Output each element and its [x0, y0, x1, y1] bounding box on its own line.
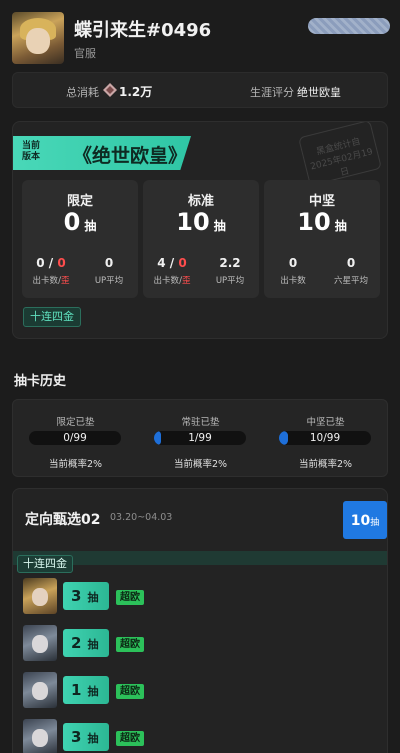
badge-unit: 抽: [370, 518, 380, 528]
pity-counters: 限定已垫 0/99 当前概率2% 常驻已垫 1/99 当前概率2% 中坚已垫 1…: [12, 399, 388, 477]
cards-obtained-label: 出卡数: [32, 276, 59, 286]
badge-count: 10: [350, 513, 371, 529]
ten-pull-tag: 十连四金: [17, 555, 73, 573]
pull-entry[interactable]: 3抽 超欧: [21, 719, 381, 753]
pity-limited: 限定已垫 0/99 当前概率2%: [13, 400, 138, 478]
off-banner-count: 0: [178, 256, 187, 270]
rank-title-banner: 当前 版本 《绝世欧皇》: [13, 136, 191, 170]
pity-rate: 当前概率2%: [48, 459, 103, 470]
pool-unit: 抽: [84, 219, 97, 233]
up-average-value: 2.2: [219, 256, 241, 270]
pity-standard: 常驻已垫 1/99 当前概率2%: [138, 400, 263, 478]
banner-date: 03.20~04.03: [110, 512, 173, 523]
pity-progress-bar: 10/99: [279, 431, 371, 445]
banner-history-card[interactable]: 定向甄选02 03.20~04.03 10抽 十连四金 3抽 超欧 2抽 超欧 …: [12, 488, 388, 753]
pull-count-chip: 1抽: [63, 676, 109, 704]
pool-count: 10: [297, 208, 331, 236]
redacted-id-pill: [308, 18, 390, 34]
summary-bar: 总消耗 1.2万 生涯评分 绝世欧皇: [12, 72, 388, 108]
stats-seal-stamp: 黑盒统计自 2025年02月19日: [298, 122, 382, 187]
pull-count: 1: [71, 681, 82, 699]
pity-core: 中坚已垫 10/99 当前概率2%: [263, 400, 388, 478]
off-banner-label: 歪: [181, 276, 191, 286]
pool-count: 0: [63, 208, 81, 236]
banner-small-line-2: 版本: [22, 152, 41, 162]
pull-entry[interactable]: 1抽 超欧: [21, 672, 381, 710]
value-separator: /: [44, 256, 58, 270]
six-star-average-value: 0: [346, 256, 356, 270]
banner-small-line-1: 当前: [22, 141, 41, 151]
cards-obtained-label: 出卡数: [153, 276, 180, 286]
orundum-icon: [103, 82, 117, 97]
username: 蝶引来生#0496: [74, 20, 212, 41]
pool-name: 标准: [187, 194, 214, 209]
pull-count-chip: 2抽: [63, 629, 109, 657]
off-banner-count: 0: [57, 256, 66, 270]
pull-count: 3: [71, 587, 82, 605]
luck-tag: 超欧: [116, 731, 144, 746]
off-banner-label: 歪: [60, 276, 70, 286]
rank-card: 当前 版本 《绝世欧皇》 黑盒统计自 2025年02月19日 限定 0抽 0 /…: [12, 121, 388, 339]
career-rating-value: 绝世欧皇: [297, 86, 341, 99]
pull-count: 2: [71, 634, 82, 652]
operator-thumbnail: [23, 578, 57, 614]
pity-rate: 当前概率2%: [298, 459, 353, 470]
section-title: 抽卡历史: [14, 374, 67, 389]
pity-label: 常驻已垫: [181, 417, 220, 428]
pool-standard[interactable]: 标准 10 抽 4 / 0 出卡数/歪 2.2 UP平均: [143, 180, 259, 298]
pool-name: 中坚: [308, 194, 335, 209]
up-average-label: UP平均: [94, 276, 124, 286]
pity-progress-bar: 0/99: [29, 431, 121, 445]
pull-unit: 抽: [87, 591, 99, 604]
pity-value: 1/99: [188, 432, 212, 444]
pull-unit: 抽: [87, 638, 99, 651]
pull-count-chip: 3抽: [63, 723, 109, 751]
pull-count-chip: 3抽: [63, 582, 109, 610]
pity-label: 中坚已垫: [306, 417, 345, 428]
pool-name: 限定: [66, 194, 93, 209]
pool-core[interactable]: 中坚 10 抽 0 出卡数 0 六星平均: [264, 180, 380, 298]
pull-entry[interactable]: 3抽 超欧: [21, 578, 381, 616]
operator-thumbnail: [23, 719, 57, 753]
pity-value: 10/99: [309, 432, 341, 444]
pity-value: 0/99: [63, 432, 87, 444]
cards-obtained: 4: [157, 256, 166, 270]
up-average-value: 0: [104, 256, 114, 270]
luck-tag: 超欧: [116, 637, 144, 652]
pity-label: 限定已垫: [56, 417, 95, 428]
server-label: 官服: [74, 47, 96, 60]
operator-thumbnail: [23, 625, 57, 661]
total-cost-value: 1.2万: [119, 85, 153, 99]
achievement-tag: 十连四金: [23, 307, 81, 327]
avatar-face: [26, 28, 50, 54]
pull-count: 3: [71, 728, 82, 746]
career-rating-label: 生涯评分: [250, 86, 294, 99]
pool-count: 10: [176, 208, 210, 236]
up-average-label: UP平均: [215, 276, 245, 286]
pull-unit: 抽: [87, 685, 99, 698]
banner-name: 定向甄选02: [25, 512, 101, 528]
banner-pull-count-badge: 10抽: [343, 501, 387, 539]
pity-rate: 当前概率2%: [173, 459, 228, 470]
rank-title: 《绝世欧皇》: [73, 145, 188, 167]
cards-obtained: 0: [36, 256, 45, 270]
luck-tag: 超欧: [116, 684, 144, 699]
six-star-average-label: 六星平均: [333, 276, 368, 286]
operator-thumbnail: [23, 672, 57, 708]
cards-obtained: 0: [288, 256, 298, 270]
pool-limited[interactable]: 限定 0抽 0 / 0 出卡数/歪 0 UP平均: [22, 180, 138, 298]
value-separator: /: [165, 256, 179, 270]
pool-unit: 抽: [334, 219, 347, 233]
pool-unit: 抽: [213, 219, 226, 233]
total-cost-label: 总消耗: [66, 86, 99, 99]
pity-progress-bar: 1/99: [154, 431, 246, 445]
pull-entry[interactable]: 2抽 超欧: [21, 625, 381, 663]
pull-unit: 抽: [87, 732, 99, 745]
luck-tag: 超欧: [116, 590, 144, 605]
cards-obtained-label: 出卡数: [280, 276, 306, 286]
avatar[interactable]: [12, 12, 64, 64]
